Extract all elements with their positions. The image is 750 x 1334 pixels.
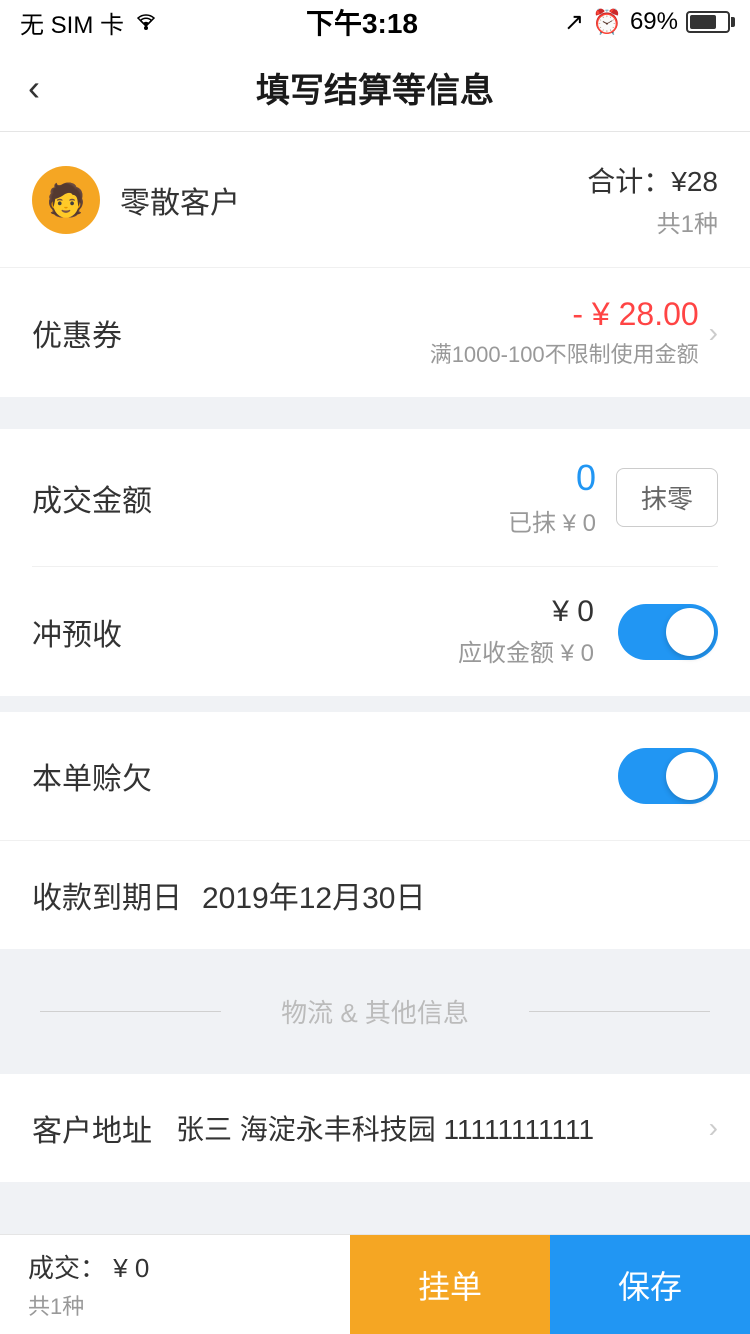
- status-left: 无 SIM 卡: [20, 5, 160, 40]
- carrier-text: 无 SIM 卡: [20, 5, 124, 40]
- round-off-button[interactable]: 抹零: [616, 468, 718, 527]
- amount-right: 0 已抹 ¥ 0: [508, 457, 596, 538]
- prepay-subtext: 应收金额 ¥ 0: [458, 633, 594, 668]
- amount-section: 成交金额 0 已抹 ¥ 0 抹零: [0, 429, 750, 567]
- total-count: 共1种: [587, 204, 718, 239]
- address-chevron-icon: ›: [709, 1112, 718, 1144]
- content: 🧑 零散客户 合计：¥28 共1种 优惠券 - ¥ 28.00 满1000-10…: [0, 132, 750, 1302]
- coupon-right: - ¥ 28.00 满1000-100不限制使用金额 ›: [430, 296, 718, 369]
- address-label: 客户地址: [32, 1106, 152, 1150]
- coupon-info: - ¥ 28.00 满1000-100不限制使用金额: [430, 296, 699, 369]
- debt-section: 本单赊欠: [0, 712, 750, 840]
- amount-row: 成交金额 0 已抹 ¥ 0 抹零: [32, 429, 718, 567]
- customer-info: 🧑 零散客户: [32, 166, 240, 234]
- due-date-section: 收款到期日 2019年12月30日: [0, 840, 750, 949]
- bottom-count: 共1种: [28, 1289, 322, 1321]
- amount-sub: 已抹 ¥ 0: [508, 503, 596, 538]
- logistics-text: 物流 & 其他信息: [281, 993, 469, 1030]
- chevron-right-icon: ›: [709, 317, 718, 349]
- prepay-toggle[interactable]: [618, 604, 718, 660]
- total-amount: 合计：¥28: [587, 160, 718, 200]
- logistics-divider: 物流 & 其他信息: [0, 993, 750, 1030]
- coupon-subtext: 满1000-100不限制使用金额: [430, 337, 699, 369]
- bottom-info: 成交： ¥ 0 共1种: [0, 1235, 350, 1334]
- prepay-row: 冲预收 ¥ 0 应收金额 ¥ 0: [0, 567, 750, 696]
- status-time: 下午3:18: [306, 2, 418, 42]
- coupon-label: 优惠券: [32, 311, 122, 355]
- prepay-amounts: ¥ 0 应收金额 ¥ 0: [458, 595, 594, 668]
- page-title: 填写结算等信息: [256, 63, 494, 112]
- location-icon: ↗: [564, 8, 584, 37]
- section-divider-2: [0, 696, 750, 712]
- avatar: 🧑: [32, 166, 100, 234]
- hang-button[interactable]: 挂单: [350, 1235, 550, 1334]
- address-section[interactable]: 客户地址 张三 海淀永丰科技园 11111111111 ›: [0, 1074, 750, 1182]
- toggle-knob: [666, 608, 714, 656]
- debt-toggle[interactable]: [618, 748, 718, 804]
- address-value: 张三 海淀永丰科技园 11111111111: [176, 1108, 697, 1148]
- save-button[interactable]: 保存: [550, 1235, 750, 1334]
- back-button[interactable]: ‹: [28, 67, 40, 109]
- customer-row: 🧑 零散客户 合计：¥28 共1种: [0, 132, 750, 267]
- debt-toggle-knob: [666, 752, 714, 800]
- section-divider-3: [0, 949, 750, 965]
- due-date-label: 收款到期日: [32, 873, 182, 917]
- amount-input-area: 0 已抹 ¥ 0 抹零: [508, 457, 718, 538]
- customer-total: 合计：¥28 共1种: [587, 160, 718, 239]
- customer-name: 零散客户: [120, 178, 240, 222]
- wifi-icon: [132, 8, 160, 37]
- bottom-transaction-label: 成交：: [28, 1253, 106, 1283]
- prepay-right: ¥ 0 应收金额 ¥ 0: [458, 595, 718, 668]
- logistics-section: 物流 & 其他信息: [0, 965, 750, 1058]
- status-right: ↗ ⏰ 69%: [564, 8, 730, 37]
- due-date-value[interactable]: 2019年12月30日: [202, 873, 425, 917]
- debt-label: 本单赊欠: [32, 754, 152, 798]
- bottom-bar: 成交： ¥ 0 共1种 挂单 保存: [0, 1234, 750, 1334]
- bottom-transaction-value: ¥ 0: [113, 1253, 149, 1283]
- section-divider-1: [0, 413, 750, 429]
- coupon-discount: - ¥ 28.00: [430, 296, 699, 333]
- battery-icon: [686, 11, 730, 33]
- amount-value[interactable]: 0: [508, 457, 596, 499]
- battery-percent: 69%: [630, 8, 678, 36]
- alarm-icon: ⏰: [592, 8, 622, 37]
- prepay-label: 冲预收: [32, 610, 122, 654]
- nav-bar: ‹ 填写结算等信息: [0, 44, 750, 132]
- status-bar: 无 SIM 卡 下午3:18 ↗ ⏰ 69%: [0, 0, 750, 44]
- customer-card: 🧑 零散客户 合计：¥28 共1种 优惠券 - ¥ 28.00 满1000-10…: [0, 132, 750, 397]
- coupon-row[interactable]: 优惠券 - ¥ 28.00 满1000-100不限制使用金额 ›: [0, 267, 750, 397]
- divider-line-right: [529, 1011, 710, 1012]
- bottom-transaction: 成交： ¥ 0: [28, 1248, 322, 1285]
- avatar-icon: 🧑: [46, 181, 86, 219]
- prepay-amount: ¥ 0: [458, 595, 594, 629]
- divider-line-left: [40, 1011, 221, 1012]
- section-divider-4: [0, 1058, 750, 1074]
- amount-label: 成交金额: [32, 476, 152, 520]
